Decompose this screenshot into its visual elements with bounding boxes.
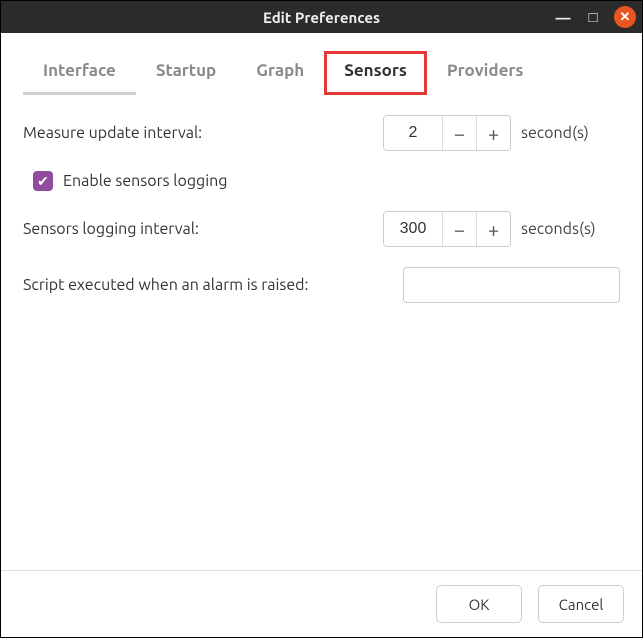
measure-interval-input[interactable] [384,116,442,150]
ok-button[interactable]: OK [436,585,522,623]
tab-startup[interactable]: Startup [136,51,236,95]
tab-sensors[interactable]: Sensors [324,51,427,95]
logging-interval-unit: seconds(s) [521,220,596,238]
measure-interval-row: Measure update interval: − + second(s) [23,115,620,151]
maximize-icon[interactable]: □ [584,8,602,26]
window-title: Edit Preferences [263,9,380,26]
window-controls: — □ ✕ [554,1,636,33]
tab-interface[interactable]: Interface [23,51,136,95]
logging-interval-row: Sensors logging interval: − + seconds(s) [23,211,620,247]
alarm-script-row: Script executed when an alarm is raised: [23,267,620,303]
logging-interval-spinner: − + [383,211,511,247]
dialog-footer: OK Cancel [1,570,642,637]
tab-bar: Interface Startup Graph Sensors Provider… [1,33,642,95]
minimize-icon[interactable]: — [554,8,572,26]
logging-interval-increment[interactable]: + [476,212,510,246]
alarm-script-label: Script executed when an alarm is raised: [23,276,403,294]
logging-interval-input[interactable] [384,212,442,246]
cancel-button[interactable]: Cancel [538,585,624,623]
enable-logging-row: ✔ Enable sensors logging [23,171,620,191]
enable-logging-label: Enable sensors logging [63,172,227,190]
check-icon: ✔ [37,173,49,190]
close-icon[interactable]: ✕ [614,6,636,28]
preferences-window: Edit Preferences — □ ✕ Interface Startup… [0,0,643,638]
measure-interval-spinner: − + [383,115,511,151]
tab-graph[interactable]: Graph [236,51,324,95]
sensors-tab-content: Measure update interval: − + second(s) ✔… [1,95,642,570]
measure-interval-label: Measure update interval: [23,124,383,142]
logging-interval-decrement[interactable]: − [442,212,476,246]
measure-interval-increment[interactable]: + [476,116,510,150]
alarm-script-input[interactable] [403,267,620,303]
titlebar: Edit Preferences — □ ✕ [1,1,642,33]
logging-interval-label: Sensors logging interval: [23,220,383,238]
measure-interval-decrement[interactable]: − [442,116,476,150]
enable-logging-checkbox[interactable]: ✔ [33,171,53,191]
tab-providers[interactable]: Providers [427,51,543,95]
measure-interval-unit: second(s) [521,124,589,142]
